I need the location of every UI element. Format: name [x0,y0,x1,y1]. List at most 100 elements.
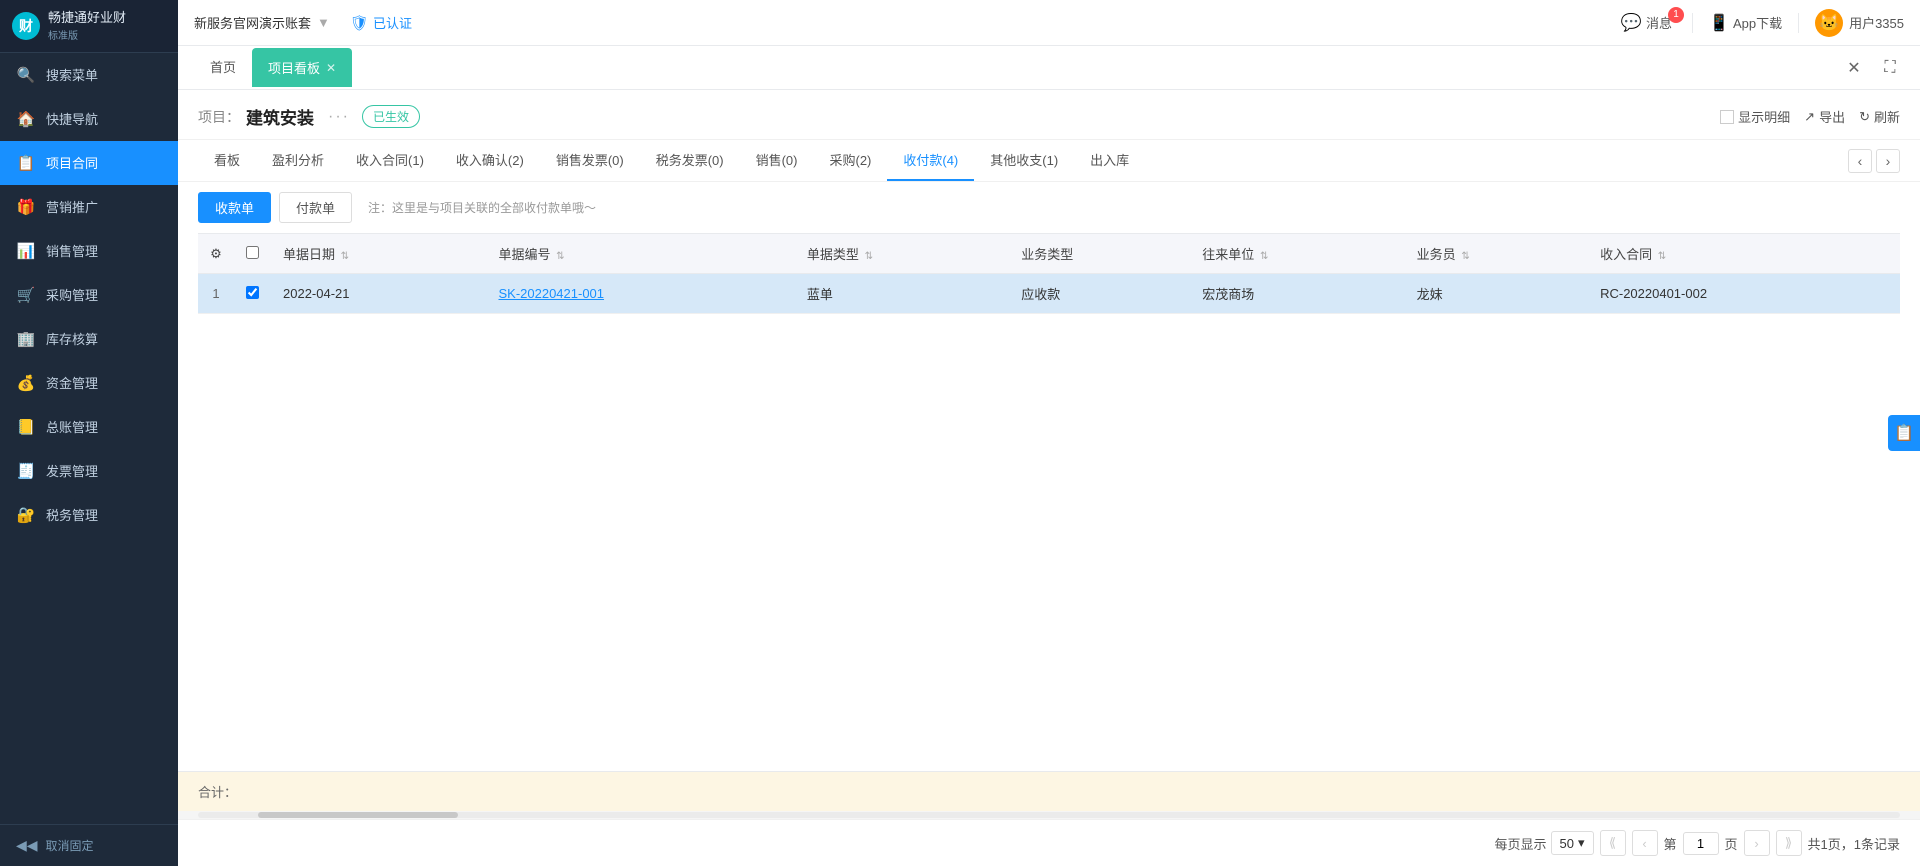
page-size-prefix: 每页显示 [1494,834,1546,853]
sub-tab-in-out-stock[interactable]: 出入库 [1074,140,1145,181]
maximize-window-btn[interactable]: ⛶ [1876,54,1904,82]
page-next-btn[interactable]: › [1744,830,1770,856]
col-date-label: 单据日期 [283,247,335,262]
sub-tabs-next[interactable]: › [1876,149,1900,173]
col-salesperson-label: 业务员 [1417,247,1456,262]
page-total-info: 共1页，1条记录 [1808,834,1900,853]
col-doc-type[interactable]: 单据类型 ⇅ [795,234,1009,274]
tab-project-board-label: 项目看板 [268,58,320,77]
sub-tabs-prev[interactable]: ‹ [1848,149,1872,173]
page-last-btn[interactable]: ⟫ [1776,830,1802,856]
tab-close-icon[interactable]: ✕ [326,62,336,74]
sidebar-item-10[interactable]: 🔐税务管理 [0,493,178,537]
select-all-checkbox[interactable] [246,246,259,259]
sidebar-item-icon-5: 🛒 [16,285,36,305]
export-btn[interactable]: ↗ 导出 [1804,107,1845,126]
refresh-label: 刷新 [1874,107,1900,126]
col-doc-no[interactable]: 单据编号 ⇅ [486,234,794,274]
sub-tab-sales[interactable]: 销售(0) [740,140,814,181]
show-detail-checkbox[interactable] [1720,110,1734,124]
col-doc-type-label: 单据类型 [807,247,859,262]
sub-tab-tax-invoice[interactable]: 税务发票(0) [640,140,740,181]
logo-icon: 财 [12,12,40,40]
sidebar-item-2[interactable]: 📋项目合同 [0,141,178,185]
sidebar-item-8[interactable]: 📒总账管理 [0,405,178,449]
sidebar-item-icon-1: 🏠 [16,109,36,129]
tab-project-board[interactable]: 项目看板 ✕ [252,48,352,87]
payment-toggle-btn[interactable]: 付款单 [279,192,352,223]
receipt-toggle-btn[interactable]: 收款单 [198,192,271,223]
col-date[interactable]: 单据日期 ⇅ [271,234,486,274]
sub-tab-other-income[interactable]: 其他收支(1) [974,140,1074,181]
sidebar-item-icon-4: 📊 [16,241,36,261]
row-date-0: 2022-04-21 [271,274,486,314]
row-select-checkbox-0[interactable] [246,286,259,299]
sidebar-item-7[interactable]: 💰 资金管理 [0,361,178,405]
message-icon: 💬 [1621,13,1642,33]
page-size-arrow: ▾ [1578,835,1585,851]
sub-tab-income-contract[interactable]: 收入合同(1) [340,140,440,181]
col-income-contract[interactable]: 收入合同 ⇅ [1588,234,1900,274]
sidebar-item-icon-0: 🔍 [16,65,36,85]
sub-tab-profit[interactable]: 盈利分析 [256,140,340,181]
float-panel[interactable]: 📋 [1888,415,1920,451]
col-partner-label: 往来单位 [1202,247,1254,262]
col-partner[interactable]: 往来单位 ⇅ [1190,234,1404,274]
message-btn[interactable]: 💬 消息 1 [1617,13,1676,33]
page-number-input[interactable] [1683,832,1719,855]
app-download-btn[interactable]: 📱 App下载 [1709,13,1782,33]
user-avatar: 🐱 [1815,9,1843,37]
col-income-contract-label: 收入合同 [1600,247,1652,262]
sub-tab-sales-invoice[interactable]: 销售发票(0) [540,140,640,181]
app-download-label: App下载 [1733,13,1782,32]
table-scroll-bar[interactable] [178,811,1920,819]
sidebar-item-5[interactable]: 🛒采购管理 [0,273,178,317]
logo-sub: 标准版 [48,27,126,42]
sidebar-item-6[interactable]: 🏢库存核算 [0,317,178,361]
sidebar-item-3[interactable]: 🎁营销推广 [0,185,178,229]
col-date-sort-icon: ⇅ [341,251,349,262]
col-doc-type-sort-icon: ⇅ [865,251,873,262]
sidebar-item-icon-7: 💰 [16,373,36,393]
row-checkbox-0[interactable] [234,274,271,314]
sub-tab-purchase[interactable]: 采购(2) [813,140,887,181]
tab-home[interactable]: 首页 [194,47,252,88]
user-btn[interactable]: 🐱 用户3355 [1815,9,1904,37]
sub-tab-kanban[interactable]: 看板 [198,140,256,181]
close-window-btn[interactable]: ✕ [1840,54,1868,82]
col-gear[interactable]: ⚙ [198,234,234,274]
project-more-btn[interactable]: ··· [328,108,350,126]
page-first-icon: ⟪ [1609,835,1616,851]
sidebar-item-label-7: 资金管理 [46,373,98,392]
row-doc-no-link-0[interactable]: SK-20220421-001 [498,286,604,301]
sidebar-unpin[interactable]: ◀◀ 取消固定 [0,824,178,866]
col-salesperson[interactable]: 业务员 ⇅ [1405,234,1588,274]
sidebar-item-9[interactable]: 🧾发票管理 [0,449,178,493]
page-prev-btn[interactable]: ‹ [1632,830,1658,856]
sub-tab-income-confirm[interactable]: 收入确认(2) [440,140,540,181]
topbar-right: 💬 消息 1 📱 App下载 🐱 用户3355 [1617,9,1904,37]
scroll-thumb[interactable] [258,812,458,818]
project-title: 建筑安装 [246,104,314,129]
table-header-row: ⚙ 单据日期 ⇅ 单据编号 ⇅ 单据类型 ⇅ [198,234,1900,274]
sidebar-item-4[interactable]: 📊销售管理 [0,229,178,273]
page-first-btn[interactable]: ⟪ [1600,830,1626,856]
sidebar-item-icon-6: 🏢 [16,329,36,349]
page-size-box[interactable]: 50 ▾ [1551,831,1594,855]
sub-tab-receipt-payment[interactable]: 收付款(4) [887,140,974,181]
topbar-project[interactable]: 新服务官网演示账套 ▼ [194,13,330,32]
scroll-track [198,812,1900,818]
sidebar-item-1[interactable]: 🏠快捷导航 [0,97,178,141]
col-income-contract-sort-icon: ⇅ [1658,251,1666,262]
show-detail-checkbox-area[interactable]: 显示明细 [1720,107,1790,126]
table-row[interactable]: 1 2022-04-21 SK-20220421-001 蓝单 应收款 宏茂商场… [198,274,1900,314]
tabs-right: ✕ ⛶ [1840,54,1904,82]
col-select-all[interactable] [234,234,271,274]
refresh-btn[interactable]: ↻ 刷新 [1859,107,1900,126]
page-prefix: 第 [1664,834,1677,853]
row-doc-no-0[interactable]: SK-20220421-001 [486,274,794,314]
sidebar-item-0[interactable]: 🔍搜索菜单 [0,53,178,97]
topbar: 新服务官网演示账套 ▼ 🛡 已认证 💬 消息 1 📱 App下载 🐱 用户335… [178,0,1920,46]
row-income-contract-0: RC-20220401-002 [1588,274,1900,314]
row-doc-type-0: 蓝单 [795,274,1009,314]
